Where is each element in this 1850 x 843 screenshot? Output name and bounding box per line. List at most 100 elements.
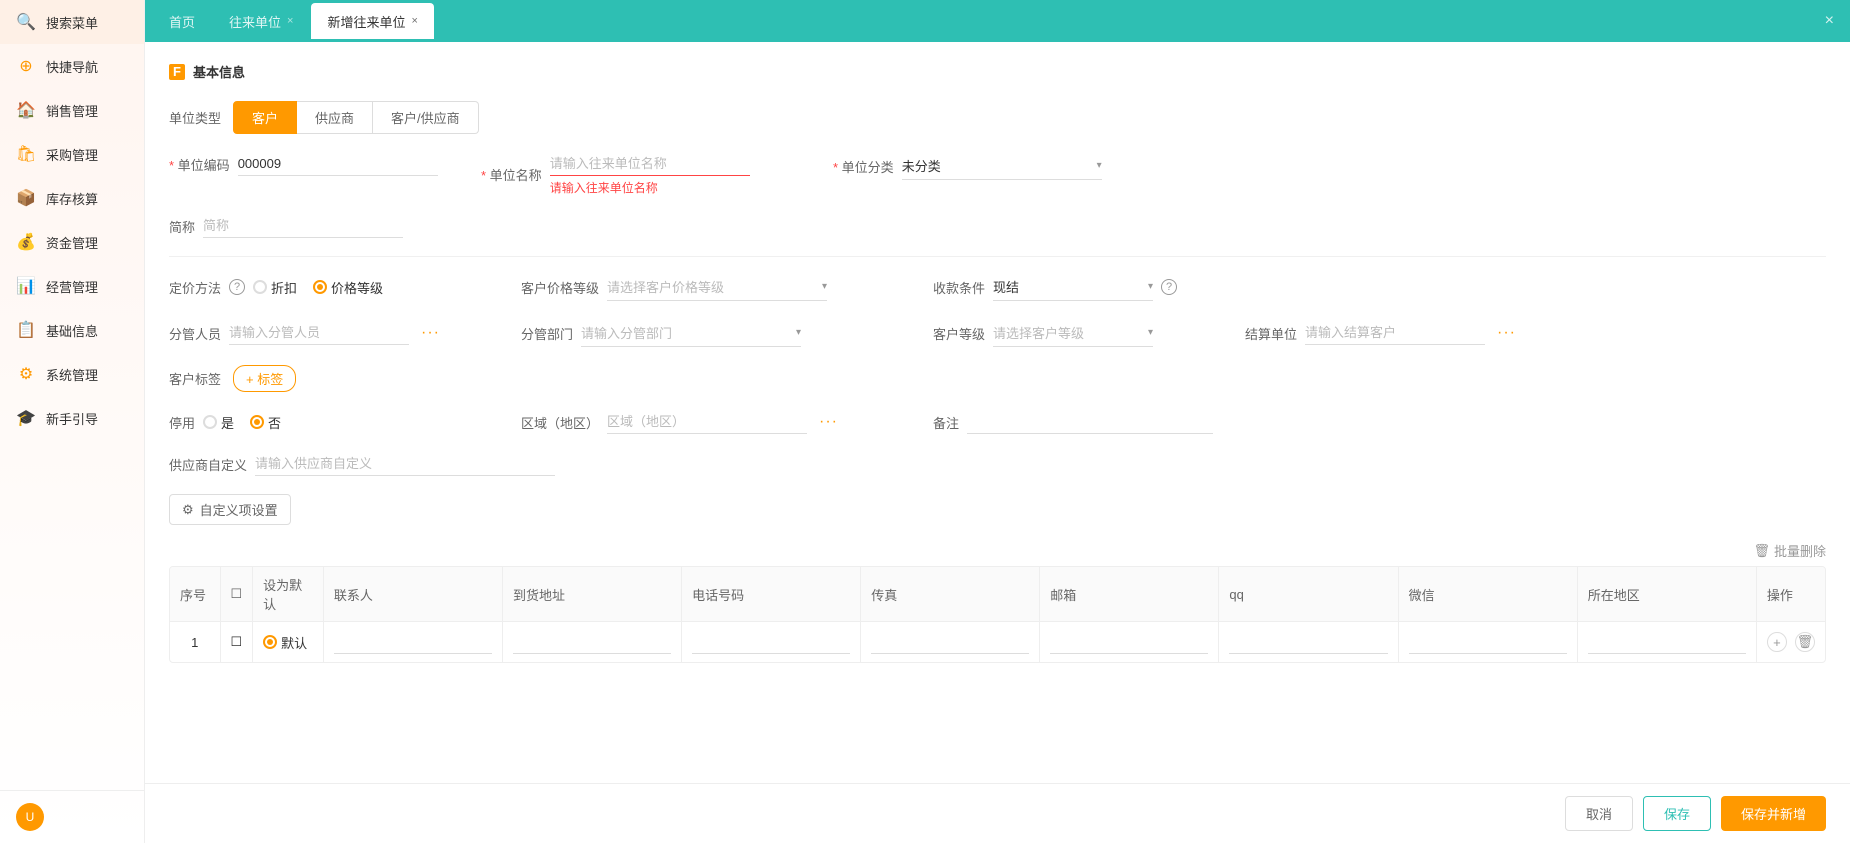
manager-dots-icon[interactable]: ···: [417, 324, 444, 342]
row-region-input[interactable]: [1588, 630, 1746, 654]
short-name-input[interactable]: [203, 214, 403, 238]
remark-input[interactable]: [967, 410, 1213, 434]
pricing-radio-discount[interactable]: 折扣: [253, 278, 297, 297]
type-btn-supplier[interactable]: 供应商: [297, 101, 373, 134]
disabled-yes[interactable]: 是: [203, 413, 234, 432]
custom-settings-label: 自定义项设置: [200, 500, 278, 519]
row-checkbox-cell: ☐: [220, 622, 253, 663]
payment-terms-select[interactable]: 现结 ▾: [993, 273, 1153, 301]
batch-delete-label: 批量删除: [1774, 541, 1826, 560]
settlement-dots-icon[interactable]: ···: [1493, 324, 1520, 342]
sidebar-item-system[interactable]: ⚙ 系统管理: [0, 352, 144, 396]
customer-price-arrow-icon: ▾: [822, 281, 827, 292]
row-checkbox[interactable]: ☐: [231, 634, 243, 649]
form-row-disabled: 停用 是 否 区域（地区） ··· 备注: [169, 410, 1826, 434]
col-wechat: 微信: [1398, 567, 1577, 622]
form-row-shortname: 简称: [169, 214, 1826, 238]
custom-settings-button[interactable]: ⚙ 自定义项设置: [169, 494, 291, 525]
pricing-radio-group: 折扣 价格等级: [253, 278, 383, 297]
col-fax: 传真: [861, 567, 1040, 622]
basic-icon: 📋: [16, 320, 36, 340]
manager-input[interactable]: [229, 321, 409, 345]
type-btn-customer[interactable]: 客户: [233, 101, 297, 134]
row-add-button[interactable]: +: [1767, 632, 1787, 652]
sidebar-item-sales[interactable]: 🏠 销售管理: [0, 88, 144, 132]
phone-input[interactable]: [692, 630, 850, 654]
customer-level-label: 客户等级: [933, 324, 985, 343]
content-area: F 基本信息 单位类型 客户 供应商 客户/供应商 单位编码: [145, 42, 1850, 783]
col-checkbox: ☐: [220, 567, 253, 622]
tab-new-partner-label: 新增往来单位: [327, 12, 405, 31]
form-row-unit-type: 单位类型 客户 供应商 客户/供应商: [169, 101, 1826, 134]
save-new-button[interactable]: 保存并新增: [1721, 796, 1826, 831]
add-tag-button[interactable]: + 标签: [233, 365, 296, 392]
pricing-help-icon[interactable]: ?: [229, 279, 245, 295]
quick-nav-icon: ⊕: [16, 56, 36, 76]
row-seq: 1: [170, 622, 220, 663]
tab-new-partner-close-icon[interactable]: ×: [411, 15, 417, 27]
row-default-radio[interactable]: 默认: [263, 633, 313, 652]
default-radio-circle: [263, 635, 277, 649]
address-input[interactable]: [513, 630, 671, 654]
sidebar-item-quick-nav[interactable]: ⊕ 快捷导航: [0, 44, 144, 88]
user-avatar: U: [16, 803, 44, 831]
customer-price-select[interactable]: 请选择客户价格等级 ▾: [607, 273, 827, 301]
row-action-cell: + 🗑: [1767, 632, 1815, 652]
unit-code-input[interactable]: [238, 152, 438, 176]
region-dots-icon[interactable]: ···: [815, 413, 842, 431]
unit-category-select[interactable]: 未分类 ▾: [902, 152, 1102, 180]
tab-partner-close-icon[interactable]: ×: [287, 15, 293, 27]
section-title-icon: F: [169, 64, 185, 80]
sidebar-item-operation[interactable]: 📊 经营管理: [0, 264, 144, 308]
qq-input[interactable]: [1229, 630, 1387, 654]
window-close-button[interactable]: ×: [1817, 8, 1842, 34]
customer-level-select[interactable]: 请选择客户等级 ▾: [993, 319, 1153, 347]
fax-input[interactable]: [871, 630, 1029, 654]
sidebar-item-label: 采购管理: [46, 145, 98, 164]
customer-level-arrow-icon: ▾: [1148, 327, 1153, 338]
tab-new-partner[interactable]: 新增往来单位 ×: [311, 3, 433, 39]
payment-help-icon[interactable]: ?: [1161, 279, 1177, 295]
email-input[interactable]: [1050, 630, 1208, 654]
sidebar-item-guide[interactable]: 🎓 新手引导: [0, 396, 144, 440]
wechat-input[interactable]: [1409, 630, 1567, 654]
sidebar-item-label: 新手引导: [46, 409, 98, 428]
radio-discount-circle: [253, 280, 267, 294]
guide-icon: 🎓: [16, 408, 36, 428]
tab-home[interactable]: 首页: [153, 3, 211, 39]
radio-discount-label: 折扣: [271, 278, 297, 297]
unit-name-error: 请输入往来单位名称: [550, 179, 801, 196]
row-email: [1040, 622, 1219, 663]
supplier-custom-input[interactable]: [255, 452, 555, 476]
row-delete-button[interactable]: 🗑: [1795, 632, 1815, 652]
unit-name-input[interactable]: [550, 152, 750, 176]
add-tag-label: + 标签: [246, 369, 283, 388]
contact-input[interactable]: [334, 630, 492, 654]
customer-tag-label: 客户标签: [169, 369, 221, 388]
save-button[interactable]: 保存: [1643, 796, 1711, 831]
pricing-radio-level[interactable]: 价格等级: [313, 278, 383, 297]
sidebar-item-finance[interactable]: 💰 资金管理: [0, 220, 144, 264]
tab-partner-list[interactable]: 往来单位 ×: [213, 3, 309, 39]
table-header-row-el: 序号 ☐ 设为默认 联系人 到货地址 电话号码 传真 邮箱 qq 微信: [170, 567, 1825, 622]
header-checkbox[interactable]: ☐: [231, 586, 243, 601]
category-arrow-icon: ▾: [1097, 160, 1102, 171]
disabled-label: 停用: [169, 413, 195, 432]
sidebar-item-purchase[interactable]: 🛍 采购管理: [0, 132, 144, 176]
cancel-button[interactable]: 取消: [1565, 796, 1633, 831]
table-section: 🗑 批量删除 序号 ☐ 设为默认 联系人 到货地址: [169, 541, 1826, 663]
customer-price-placeholder: 请选择客户价格等级: [607, 277, 818, 296]
batch-delete-button[interactable]: 🗑 批量删除: [1753, 541, 1826, 560]
unit-category-value: 未分类: [902, 156, 1093, 175]
unit-category-label: 单位分类: [833, 157, 894, 176]
sidebar-item-basic[interactable]: 📋 基础信息: [0, 308, 144, 352]
disabled-no[interactable]: 否: [250, 413, 281, 432]
radio-no-circle: [250, 415, 264, 429]
department-select[interactable]: 请输入分管部门 ▾: [581, 319, 801, 347]
radio-yes-label: 是: [221, 413, 234, 432]
sidebar-item-search[interactable]: 🔍 搜索菜单: [0, 0, 144, 44]
sidebar-item-inventory[interactable]: 📦 库存核算: [0, 176, 144, 220]
settlement-input[interactable]: [1305, 321, 1485, 345]
region-input[interactable]: [607, 410, 807, 434]
type-btn-both[interactable]: 客户/供应商: [373, 101, 479, 134]
